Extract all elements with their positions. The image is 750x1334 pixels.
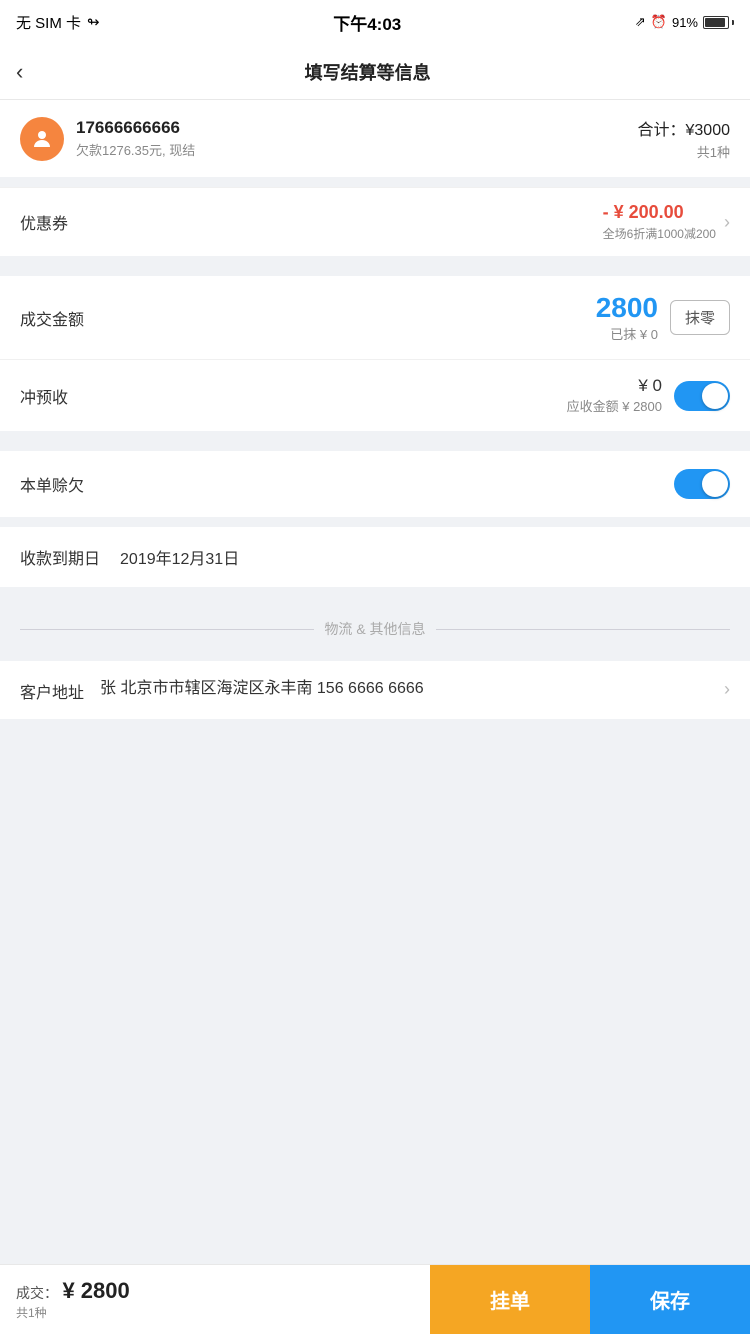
- main-content: 17666666666 欠款1276.35元, 现结 合计：¥3000 共1种 …: [0, 100, 750, 929]
- duedate-label: 收款到期日: [20, 545, 100, 569]
- deal-section: 成交金额 2800 已抹 ¥ 0 抹零 冲预收 ¥ 0 应收金额 ¥ 2800: [0, 276, 750, 431]
- customer-phone: 17666666666: [76, 118, 195, 138]
- coupon-right: - ¥ 200.00 全场6折满1000减200 ›: [603, 202, 730, 242]
- debt-toggle[interactable]: [674, 469, 730, 499]
- address-chevron-icon: ›: [724, 677, 730, 700]
- spacer: [0, 729, 750, 849]
- deal-amount-info: 2800 已抹 ¥ 0: [596, 292, 658, 343]
- battery-percent: 91%: [672, 15, 698, 30]
- pending-button[interactable]: 挂单: [430, 1265, 590, 1334]
- wifi-icon: ↬: [87, 13, 100, 31]
- battery-icon: [703, 16, 734, 29]
- address-value: 张 北京市市辖区海淀区永丰南 156 6666 6666: [100, 677, 716, 701]
- alarm-icon: ⏰: [651, 14, 667, 30]
- nav-bar: ‹ 填写结算等信息: [0, 44, 750, 100]
- sep-line-left: [20, 629, 314, 630]
- avatar: [20, 117, 64, 161]
- coupon-discount: - ¥ 200.00: [603, 202, 716, 223]
- bottom-deal-amount: ¥ 2800: [62, 1278, 129, 1303]
- status-left: 无 SIM 卡 ↬: [16, 12, 100, 33]
- customer-subtext: 欠款1276.35元, 现结: [76, 140, 195, 159]
- deal-right: 2800 已抹 ¥ 0 抹零: [596, 292, 730, 343]
- section-divider-1: [0, 266, 750, 276]
- status-bar: 无 SIM 卡 ↬ 下午4:03 ⇗ ⏰ 91%: [0, 0, 750, 44]
- round-button[interactable]: 抹零: [670, 300, 730, 335]
- location-icon: ⇗: [635, 14, 646, 30]
- customer-left: 17666666666 欠款1276.35元, 现结: [20, 117, 195, 161]
- sep-line-right: [436, 629, 730, 630]
- prepay-toggle[interactable]: [674, 381, 730, 411]
- toggle-knob: [702, 383, 728, 409]
- duedate-row: 收款到期日 2019年12月31日: [0, 527, 750, 587]
- coupon-detail: 全场6折满1000减200: [603, 225, 716, 242]
- logistics-sep-text: 物流 & 其他信息: [324, 619, 425, 639]
- coupon-info: - ¥ 200.00 全场6折满1000减200: [603, 202, 716, 242]
- prepay-sub: 应收金额 ¥ 2800: [567, 396, 662, 415]
- section-divider-2: [0, 431, 750, 441]
- deal-amount-row: 成交金额 2800 已抹 ¥ 0 抹零: [0, 276, 750, 359]
- coupon-row[interactable]: 优惠券 - ¥ 200.00 全场6折满1000减200 ›: [0, 187, 750, 256]
- deal-sub: 已抹 ¥ 0: [596, 324, 658, 343]
- debt-label: 本单赊欠: [20, 472, 84, 496]
- duedate-value: 2019年12月31日: [120, 545, 239, 569]
- total-count: 共1种: [638, 142, 731, 161]
- customer-right: 合计：¥3000 共1种: [638, 116, 731, 161]
- address-row[interactable]: 客户地址 张 北京市市辖区海淀区永丰南 156 6666 6666 ›: [0, 661, 750, 719]
- prepay-info: ¥ 0 应收金额 ¥ 2800: [567, 376, 662, 415]
- prepay-label: 冲预收: [20, 384, 68, 408]
- bottom-summary: 成交： ¥ 2800 共1种: [0, 1278, 430, 1321]
- prepay-row: 冲预收 ¥ 0 应收金额 ¥ 2800: [0, 359, 750, 431]
- status-right: ⇗ ⏰ 91%: [635, 14, 734, 30]
- bottom-deal-line: 成交： ¥ 2800: [16, 1278, 414, 1304]
- logistics-separator: 物流 & 其他信息: [0, 607, 750, 651]
- save-button[interactable]: 保存: [590, 1265, 750, 1334]
- debt-toggle-knob: [702, 471, 728, 497]
- bottom-bar: 成交： ¥ 2800 共1种 挂单 保存: [0, 1264, 750, 1334]
- page-title: 填写结算等信息: [31, 59, 704, 85]
- coupon-label: 优惠券: [20, 210, 68, 234]
- customer-row: 17666666666 欠款1276.35元, 现结 合计：¥3000 共1种: [0, 100, 750, 177]
- bottom-deal-label: 成交：: [16, 1285, 58, 1301]
- deal-amount-value: 2800: [596, 292, 658, 324]
- deal-amount-label: 成交金额: [20, 306, 84, 330]
- prepay-right: ¥ 0 应收金额 ¥ 2800: [567, 376, 730, 415]
- section-divider-3: [0, 597, 750, 607]
- bottom-count: 共1种: [16, 1304, 414, 1321]
- customer-info: 17666666666 欠款1276.35元, 现结: [76, 118, 195, 159]
- total-amount: 合计：¥3000: [638, 116, 731, 140]
- carrier-text: 无 SIM 卡: [16, 12, 81, 33]
- status-time: 下午4:03: [333, 10, 401, 35]
- chevron-right-icon: ›: [724, 212, 730, 233]
- debt-row: 本单赊欠: [0, 451, 750, 517]
- address-label: 客户地址: [20, 677, 84, 703]
- back-button[interactable]: ‹: [16, 55, 31, 89]
- prepay-amount: ¥ 0: [567, 376, 662, 396]
